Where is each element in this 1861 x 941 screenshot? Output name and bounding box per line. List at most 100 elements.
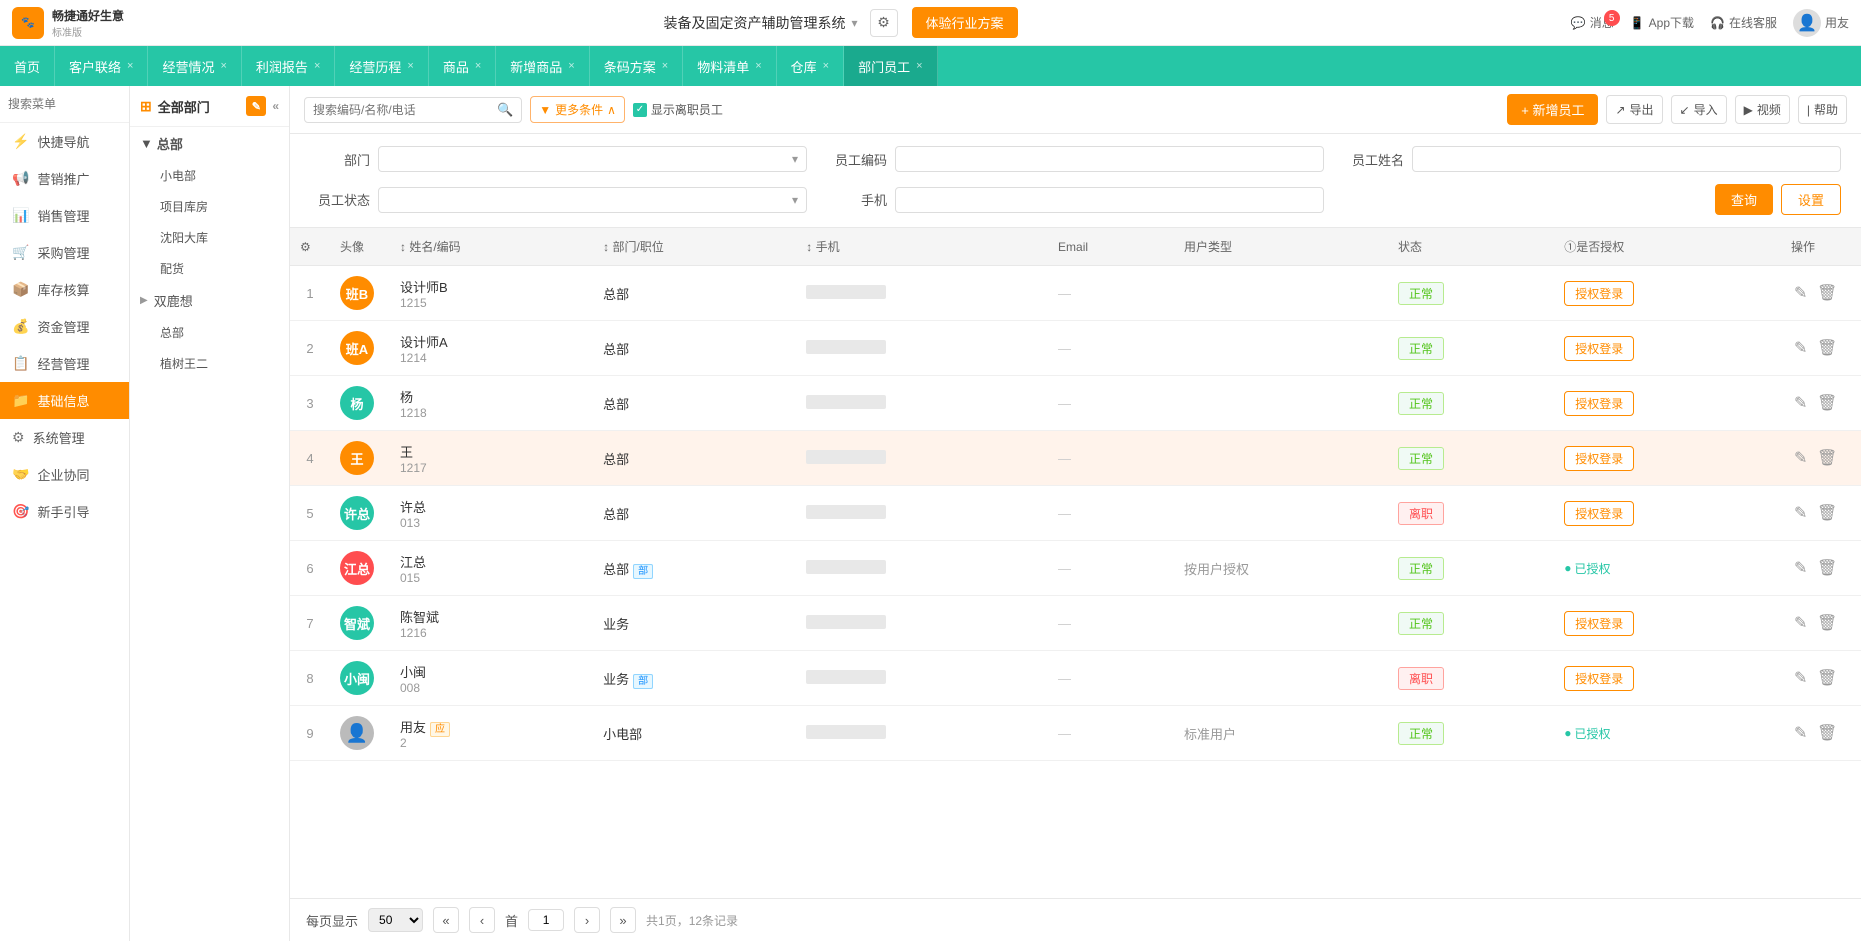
current-page-input[interactable] xyxy=(528,909,564,931)
dept-item-project-room[interactable]: 项目库房 xyxy=(130,191,289,222)
user-avatar[interactable]: 👤 用友 xyxy=(1793,9,1849,37)
filter-empname-input[interactable] xyxy=(1412,146,1841,172)
content-area: 🔍 ▼ 更多条件 ∧ ✓ 显示离职员工 + 新增员工 ↗ 导出 xyxy=(290,86,1861,941)
delete-btn[interactable]: 🗑 xyxy=(1817,670,1837,687)
sidebar-item-collab[interactable]: 🤝 企业协同 xyxy=(0,456,129,493)
add-employee-btn[interactable]: + 新增员工 xyxy=(1507,94,1598,125)
cell-phone xyxy=(796,266,1048,321)
search-input[interactable] xyxy=(313,103,493,117)
delete-btn[interactable]: 🗑 xyxy=(1817,505,1837,522)
delete-btn[interactable]: 🗑 xyxy=(1817,340,1837,357)
import-btn[interactable]: ↙ 导入 xyxy=(1671,95,1727,124)
dept-item-small-elec[interactable]: 小电部 xyxy=(130,160,289,191)
sidebar-item-purchase[interactable]: 🛒 采购管理 xyxy=(0,234,129,271)
nav-tab-bom[interactable]: 物料清单× xyxy=(683,46,776,86)
edit-btn[interactable]: ✎ xyxy=(1794,450,1807,467)
filter-status-label: 员工状态 xyxy=(310,190,370,209)
sidebar-item-basic[interactable]: 📁 基础信息 xyxy=(0,382,129,419)
nav-tab-history[interactable]: 经营历程× xyxy=(335,46,428,86)
nav-tab-goods[interactable]: 商品× xyxy=(429,46,496,86)
delete-btn[interactable]: 🗑 xyxy=(1817,615,1837,632)
show-resigned-checkbox[interactable]: ✓ xyxy=(633,103,647,117)
edit-btn[interactable]: ✎ xyxy=(1794,560,1807,577)
trial-button[interactable]: 体验行业方案 xyxy=(912,7,1018,38)
dept-item-shenyang[interactable]: 沈阳大库 xyxy=(130,222,289,253)
sidebar-item-operation[interactable]: 📋 经营管理 xyxy=(0,345,129,382)
edit-btn[interactable]: ✎ xyxy=(1794,505,1807,522)
cell-email: — xyxy=(1048,596,1174,651)
sidebar-item-finance[interactable]: 💰 资金管理 xyxy=(0,308,129,345)
sidebar-item-marketing[interactable]: 📢 营销推广 xyxy=(0,160,129,197)
auth-login-btn[interactable]: 授权登录 xyxy=(1564,281,1634,306)
auth-login-btn[interactable]: 授权登录 xyxy=(1564,446,1634,471)
delete-btn[interactable]: 🗑 xyxy=(1817,725,1837,742)
cell-dept: 总部 xyxy=(593,376,796,431)
col-dept[interactable]: ↕ 部门/职位 xyxy=(593,228,796,266)
reset-btn[interactable]: 设置 xyxy=(1781,184,1841,215)
export-btn[interactable]: ↗ 导出 xyxy=(1606,95,1662,124)
per-page-select[interactable]: 50 20 100 xyxy=(368,908,423,932)
nav-tab-new-goods[interactable]: 新增商品× xyxy=(496,46,589,86)
edit-btn[interactable]: ✎ xyxy=(1794,340,1807,357)
dept-item-distribution[interactable]: 配货 xyxy=(130,253,289,284)
title-dropdown[interactable]: ▾ xyxy=(851,16,857,30)
next-page-btn[interactable]: › xyxy=(574,907,600,933)
delete-btn[interactable]: 🗑 xyxy=(1817,560,1837,577)
auth-login-btn[interactable]: 授权登录 xyxy=(1564,611,1634,636)
filter-phone-input[interactable] xyxy=(895,187,1324,213)
edit-btn[interactable]: ✎ xyxy=(1794,395,1807,412)
query-btn[interactable]: 查询 xyxy=(1715,184,1773,215)
sidebar-item-fastguide[interactable]: ⚡ 快捷导航 xyxy=(0,123,129,160)
nav-tab-warehouse[interactable]: 仓库× xyxy=(777,46,844,86)
help-btn[interactable]: | 帮助 xyxy=(1798,95,1847,124)
app-download-btn[interactable]: 📱 App下载 xyxy=(1630,14,1694,31)
nav-tab-profit[interactable]: 利润报告× xyxy=(242,46,335,86)
edit-btn[interactable]: ✎ xyxy=(1794,670,1807,687)
dept-group-headquarters[interactable]: ▼ 总部 xyxy=(130,127,289,160)
sidebar-item-inventory[interactable]: 📦 库存核算 xyxy=(0,271,129,308)
auth-login-btn[interactable]: 授权登录 xyxy=(1564,336,1634,361)
edit-btn[interactable]: ✎ xyxy=(1794,725,1807,742)
message-btn[interactable]: 💬 消息 5 xyxy=(1571,14,1614,31)
dept-item-planting-king[interactable]: 植树王二 xyxy=(130,348,289,379)
sidebar-search-input[interactable] xyxy=(8,97,130,111)
filter-dept-select[interactable]: ▾ xyxy=(378,146,807,172)
cell-auth: 授权登录 xyxy=(1554,376,1781,431)
filter-status-select[interactable]: ▾ xyxy=(378,187,807,213)
filter-empcode-input[interactable] xyxy=(895,146,1324,172)
show-resigned-toggle[interactable]: ✓ 显示离职员工 xyxy=(633,101,723,118)
nav-tab-home[interactable]: 首页 xyxy=(0,46,55,86)
cell-auth: 授权登录 xyxy=(1554,651,1781,706)
sidebar-item-guide[interactable]: 🎯 新手引导 xyxy=(0,493,129,530)
online-service-btn[interactable]: 🎧 在线客服 xyxy=(1710,14,1777,31)
edit-btn[interactable]: ✎ xyxy=(1794,285,1807,302)
nav-tab-employees[interactable]: 部门员工× xyxy=(844,46,937,86)
nav-tab-customer[interactable]: 客户联络× xyxy=(55,46,148,86)
prev-page-btn[interactable]: ‹ xyxy=(469,907,495,933)
dept-item-doublelujia[interactable]: ▶ 双鹿想 xyxy=(130,284,289,317)
first-page-btn[interactable]: « xyxy=(433,907,459,933)
nav-tab-operation[interactable]: 经营情况× xyxy=(148,46,241,86)
nav-tab-barcode[interactable]: 条码方案× xyxy=(590,46,683,86)
dept-edit-btn[interactable]: ✎ xyxy=(246,96,266,116)
dept-item-hq[interactable]: 总部 xyxy=(130,317,289,348)
delete-btn[interactable]: 🗑 xyxy=(1817,285,1837,302)
auth-login-btn[interactable]: 授权登录 xyxy=(1564,501,1634,526)
col-name[interactable]: ↕ 姓名/编码 xyxy=(390,228,593,266)
filter-more-btn[interactable]: ▼ 更多条件 ∧ xyxy=(530,96,625,123)
delete-btn[interactable]: 🗑 xyxy=(1817,395,1837,412)
delete-btn[interactable]: 🗑 xyxy=(1817,450,1837,467)
col-phone[interactable]: ↕ 手机 xyxy=(796,228,1048,266)
sidebar-item-sales[interactable]: 📊 销售管理 xyxy=(0,197,129,234)
auth-login-btn[interactable]: 授权登录 xyxy=(1564,391,1634,416)
dept-all-label[interactable]: 全部部门 xyxy=(158,97,210,116)
edit-btn[interactable]: ✎ xyxy=(1794,615,1807,632)
auth-login-btn[interactable]: 授权登录 xyxy=(1564,666,1634,691)
settings-gear[interactable]: ⚙ xyxy=(870,9,898,37)
sidebar-item-system[interactable]: ⚙ 系统管理 xyxy=(0,419,129,456)
view-btn[interactable]: ▶ 视频 xyxy=(1735,95,1790,124)
col-avatar: 头像 xyxy=(330,228,390,266)
last-page-btn[interactable]: » xyxy=(610,907,636,933)
dept-collapse-btn[interactable]: « xyxy=(272,99,279,113)
col-settings[interactable]: ⚙ xyxy=(290,228,330,266)
